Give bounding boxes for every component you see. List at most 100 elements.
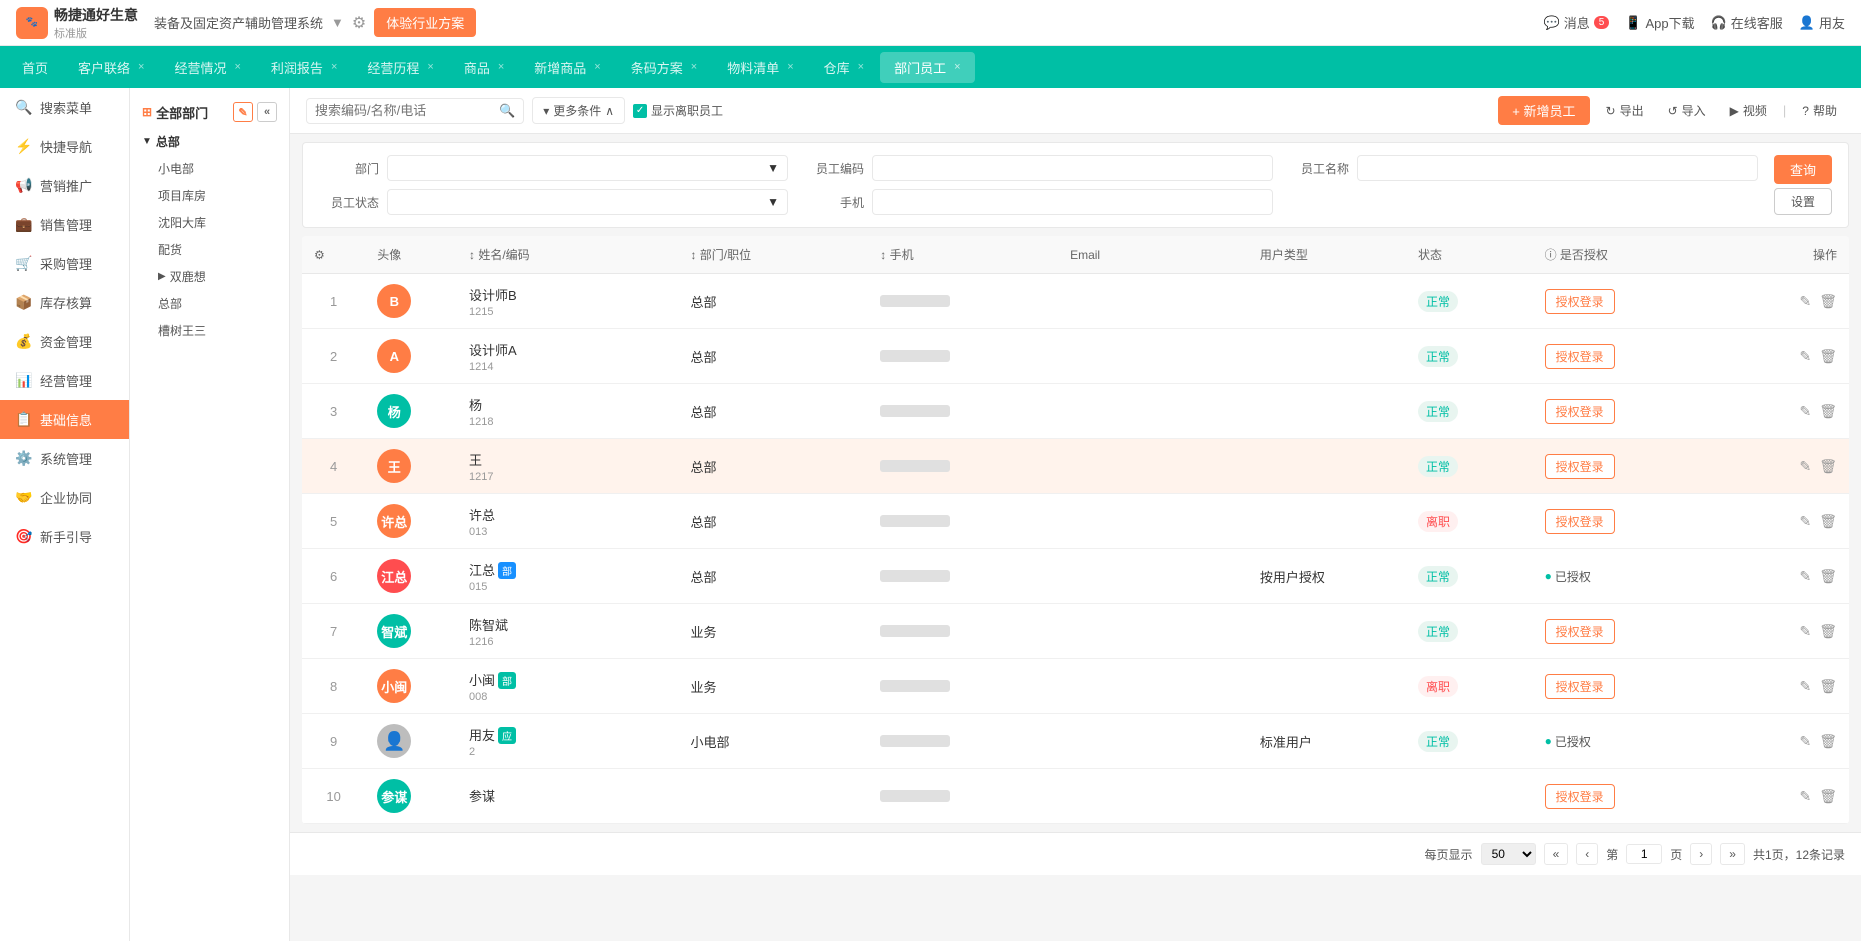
edit-button[interactable]: ✎ — [1799, 403, 1811, 420]
delete-button[interactable]: 🗑 — [1819, 403, 1837, 420]
sidebar-item-system[interactable]: ⚙️ 系统管理 — [0, 439, 129, 478]
dept-tree-item-zongbu[interactable]: 总部 — [130, 290, 289, 317]
cell-email — [1058, 494, 1248, 549]
sidebar-item-inventory[interactable]: 📦 库存核算 — [0, 283, 129, 322]
dept-collapse-btn[interactable]: « — [257, 102, 277, 122]
user-btn[interactable]: 👤 用友 — [1799, 13, 1845, 32]
filter-empcode-input[interactable] — [872, 155, 1273, 181]
dept-tree-item-delivery[interactable]: 配货 — [130, 236, 289, 263]
sidebar-item-purchase[interactable]: 🛒 采购管理 — [0, 244, 129, 283]
dept-edit-btn[interactable]: ✎ — [233, 102, 253, 122]
delete-button[interactable]: 🗑 — [1819, 513, 1837, 530]
tab-bom[interactable]: 物料清单 × — [713, 52, 807, 83]
sidebar-item-search[interactable]: 🔍 搜索菜单 — [0, 88, 129, 127]
delete-button[interactable]: 🗑 — [1819, 293, 1837, 310]
messages-btn[interactable]: 💬 消息 5 — [1544, 13, 1610, 32]
tab-customer[interactable]: 客户联络 × — [64, 52, 158, 83]
auth-status: ● 已授权 — [1545, 733, 1711, 750]
first-page-btn[interactable]: « — [1544, 843, 1569, 865]
auth-button[interactable]: 授权登录 — [1545, 399, 1615, 424]
delete-button[interactable]: 🗑 — [1819, 623, 1837, 640]
import-btn[interactable]: ↺ 导入 — [1660, 98, 1714, 123]
edit-button[interactable]: ✎ — [1799, 733, 1811, 750]
tab-goods[interactable]: 商品 × — [450, 52, 518, 83]
filter-phone-input[interactable] — [872, 189, 1273, 215]
last-page-btn[interactable]: » — [1720, 843, 1745, 865]
search-icon-btn[interactable]: 🔍 — [499, 103, 515, 119]
dept-tree-root[interactable]: ▼ 总部 — [130, 128, 289, 155]
settings-icon[interactable]: ⚙ — [352, 13, 366, 33]
edit-button[interactable]: ✎ — [1799, 293, 1811, 310]
delete-button[interactable]: 🗑 — [1819, 733, 1837, 750]
delete-button[interactable]: 🗑 — [1819, 678, 1837, 695]
online-service-btn[interactable]: 🎧 在线客服 — [1711, 13, 1783, 32]
dept-tree-item-xiaodian[interactable]: 小电部 — [130, 155, 289, 182]
delete-button[interactable]: 🗑 — [1819, 458, 1837, 475]
sidebar-item-guide[interactable]: 🎯 新手引导 — [0, 517, 129, 556]
delete-button[interactable]: 🗑 — [1819, 788, 1837, 805]
tab-barcode[interactable]: 条码方案 × — [617, 52, 711, 83]
system-title-arrow[interactable]: ▼ — [331, 15, 344, 30]
view-btn[interactable]: ▶ 视频 — [1722, 98, 1775, 123]
tab-employees[interactable]: 部门员工 × — [880, 52, 974, 83]
search-input[interactable] — [315, 103, 495, 118]
filter-dept-select[interactable]: ▼ — [387, 155, 788, 181]
auth-button[interactable]: 授权登录 — [1545, 454, 1615, 479]
dept-tree-item-project[interactable]: 项目库房 — [130, 182, 289, 209]
tab-warehouse[interactable]: 仓库 × — [810, 52, 878, 83]
delete-button[interactable]: 🗑 — [1819, 568, 1837, 585]
per-page-select[interactable]: 50 100 — [1481, 843, 1536, 865]
auth-button[interactable]: 授权登录 — [1545, 784, 1615, 809]
app-download-btn[interactable]: 📱 App下载 — [1625, 13, 1694, 32]
more-conditions-btn[interactable]: ▾ 更多条件 ∧ — [532, 97, 625, 124]
auth-button[interactable]: 授权登录 — [1545, 289, 1615, 314]
dept-tree-item-caoshu[interactable]: 槽树王三 — [130, 317, 289, 344]
edit-button[interactable]: ✎ — [1799, 458, 1811, 475]
tab-add-goods[interactable]: 新增商品 × — [520, 52, 614, 83]
sidebar-item-quicknav[interactable]: ⚡ 快捷导航 — [0, 127, 129, 166]
filter-empname-input[interactable] — [1357, 155, 1758, 181]
export-btn[interactable]: ↻ 导出 — [1598, 98, 1652, 123]
edit-button[interactable]: ✎ — [1799, 623, 1811, 640]
dept-tree-item-shenyang[interactable]: 沈阳大库 — [130, 209, 289, 236]
auth-button[interactable]: 授权登录 — [1545, 344, 1615, 369]
dept-tree-item-shuanglu[interactable]: ▶ 双鹿想 — [130, 263, 289, 290]
sidebar-item-business[interactable]: 📊 经营管理 — [0, 361, 129, 400]
tab-home[interactable]: 首页 — [8, 52, 62, 83]
edit-button[interactable]: ✎ — [1799, 788, 1811, 805]
query-button[interactable]: 查询 — [1774, 155, 1832, 184]
prev-page-btn[interactable]: ‹ — [1576, 843, 1598, 865]
col-settings[interactable]: ⚙ — [302, 236, 365, 274]
col-name-code[interactable]: ↕ 姓名/编码 — [457, 236, 678, 274]
tab-operation[interactable]: 经营情况 × — [160, 52, 254, 83]
edit-button[interactable]: ✎ — [1799, 568, 1811, 585]
cell-avatar: 杨 — [365, 384, 457, 439]
reset-button[interactable]: 设置 — [1774, 188, 1832, 215]
sidebar-item-marketing[interactable]: 📢 营销推广 — [0, 166, 129, 205]
sidebar-item-finance[interactable]: 💰 资金管理 — [0, 322, 129, 361]
page-input[interactable] — [1626, 844, 1662, 864]
employee-name: 设计师A — [469, 340, 666, 359]
auth-button[interactable]: 授权登录 — [1545, 674, 1615, 699]
show-inactive-toggle[interactable]: ✓ 显示离职员工 — [633, 102, 723, 119]
filter-status-select[interactable]: ▼ — [387, 189, 788, 215]
tab-profit[interactable]: 利润报告 × — [257, 52, 351, 83]
auth-button[interactable]: 授权登录 — [1545, 509, 1615, 534]
trial-button[interactable]: 体验行业方案 — [374, 8, 476, 37]
help-btn[interactable]: ? 帮助 — [1794, 98, 1845, 123]
edit-button[interactable]: ✎ — [1799, 678, 1811, 695]
col-phone[interactable]: ↕ 手机 — [868, 236, 1058, 274]
sidebar-item-sales[interactable]: 💼 销售管理 — [0, 205, 129, 244]
auth-button[interactable]: 授权登录 — [1545, 619, 1615, 644]
delete-button[interactable]: 🗑 — [1819, 348, 1837, 365]
tab-process[interactable]: 经营历程 × — [353, 52, 447, 83]
edit-button[interactable]: ✎ — [1799, 348, 1811, 365]
next-page-btn[interactable]: › — [1690, 843, 1712, 865]
col-dept-pos[interactable]: ↕ 部门/职位 — [678, 236, 868, 274]
cell-name-code: 陈智斌1216 — [457, 604, 678, 659]
edit-button[interactable]: ✎ — [1799, 513, 1811, 530]
sidebar-item-collab[interactable]: 🤝 企业协同 — [0, 478, 129, 517]
add-employee-btn[interactable]: + 新增员工 — [1498, 96, 1589, 125]
show-inactive-checkbox[interactable]: ✓ — [633, 104, 647, 118]
sidebar-item-basic[interactable]: 📋 基础信息 — [0, 400, 129, 439]
